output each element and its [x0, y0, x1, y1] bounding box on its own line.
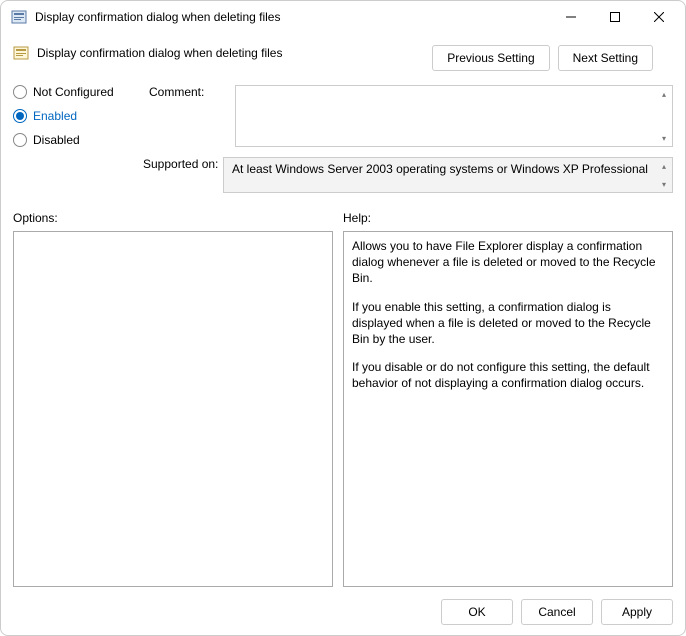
comment-scrollbar[interactable]: ▴ ▾	[656, 86, 672, 146]
dialog-content: Display confirmation dialog when deletin…	[1, 33, 685, 635]
previous-setting-button[interactable]: Previous Setting	[432, 45, 549, 71]
comment-textarea[interactable]: ▴ ▾	[235, 85, 673, 147]
window-controls	[549, 2, 681, 32]
minimize-button[interactable]	[549, 2, 593, 32]
scroll-up-icon: ▴	[656, 86, 672, 102]
policy-dialog-window: Display confirmation dialog when deletin…	[0, 0, 686, 636]
supported-scrollbar[interactable]: ▴ ▾	[656, 158, 672, 192]
next-setting-button[interactable]: Next Setting	[558, 45, 653, 71]
supported-on-value: At least Windows Server 2003 operating s…	[232, 162, 648, 176]
state-radio-group: Not Configured Enabled Disabled	[13, 85, 143, 147]
radio-enabled[interactable]: Enabled	[13, 109, 143, 123]
radio-label: Disabled	[33, 133, 80, 147]
titlebar: Display confirmation dialog when deletin…	[1, 1, 685, 33]
help-label: Help:	[343, 211, 673, 225]
help-paragraph: If you disable or do not configure this …	[352, 359, 664, 391]
scroll-down-icon: ▾	[656, 130, 672, 146]
radio-disabled[interactable]: Disabled	[13, 133, 143, 147]
header-row: Display confirmation dialog when deletin…	[13, 41, 673, 85]
close-button[interactable]	[637, 2, 681, 32]
scroll-down-icon: ▾	[656, 176, 672, 192]
policy-title: Display confirmation dialog when deletin…	[37, 46, 282, 60]
supported-on-label: Supported on:	[143, 157, 223, 171]
options-label: Options:	[13, 211, 343, 225]
radio-not-configured[interactable]: Not Configured	[13, 85, 143, 99]
help-paragraph: Allows you to have File Explorer display…	[352, 238, 664, 287]
ok-button[interactable]: OK	[441, 599, 513, 625]
comment-label: Comment:	[149, 85, 229, 99]
options-panel	[13, 231, 333, 587]
policy-icon	[13, 45, 29, 61]
app-icon	[11, 9, 27, 25]
help-panel: Allows you to have File Explorer display…	[343, 231, 673, 587]
radio-icon	[13, 85, 27, 99]
radio-icon	[13, 109, 27, 123]
radio-icon	[13, 133, 27, 147]
supported-on-field: At least Windows Server 2003 operating s…	[223, 157, 673, 193]
radio-label: Not Configured	[33, 85, 114, 99]
window-title: Display confirmation dialog when deletin…	[35, 10, 549, 24]
cancel-button[interactable]: Cancel	[521, 599, 593, 625]
radio-label: Enabled	[33, 109, 77, 123]
help-paragraph: If you enable this setting, a confirmati…	[352, 299, 664, 348]
maximize-button[interactable]	[593, 2, 637, 32]
dialog-footer: OK Cancel Apply	[13, 587, 673, 625]
apply-button[interactable]: Apply	[601, 599, 673, 625]
scroll-up-icon: ▴	[656, 158, 672, 174]
